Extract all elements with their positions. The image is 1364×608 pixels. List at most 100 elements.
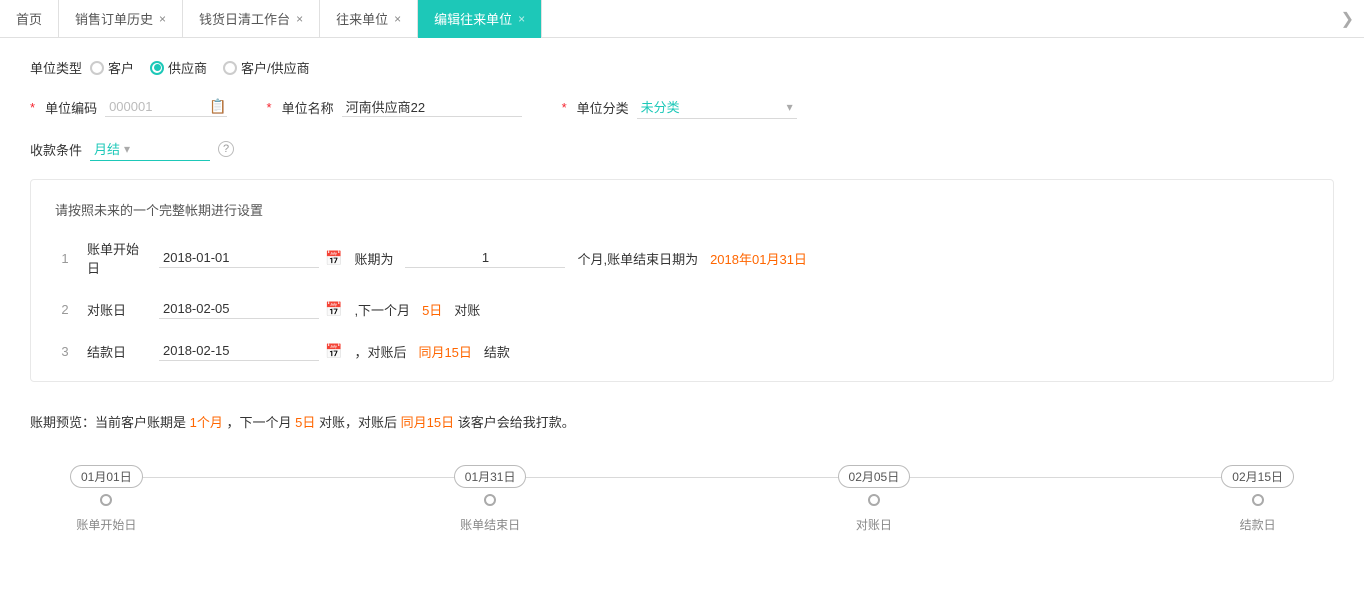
tab-cash-work-label: 钱货日清工作台 xyxy=(199,9,290,28)
timeline-wrap: 01月01日 账单开始日 01月31日 账单结束日 02月05日 对账日 02月… xyxy=(70,465,1294,563)
period-row-2-date-input[interactable] xyxy=(159,299,319,319)
period-row-1-suffix-mid: 个月,账单结束日期为 xyxy=(577,249,698,268)
tab-partner-unit-close[interactable]: × xyxy=(394,12,401,26)
unit-name-field: * 单位名称 xyxy=(267,97,522,117)
period-row-3-suffix-post: 结款 xyxy=(484,342,510,361)
preview-part3: 同月15日 xyxy=(401,415,454,430)
timeline-dot-1 xyxy=(484,494,496,506)
timeline-label-1: 账单结束日 xyxy=(460,516,520,533)
period-row-1-suffix-pre: 账期为 xyxy=(354,249,393,268)
unit-name-input[interactable] xyxy=(342,97,522,117)
tab-sales-history-close[interactable]: × xyxy=(159,12,166,26)
unit-type-field: 单位类型 客户 供应商 客户/供应商 xyxy=(30,58,310,77)
radio-supplier-inner xyxy=(154,64,161,71)
unit-name-label: 单位名称 xyxy=(282,98,334,117)
timeline-dot-3 xyxy=(1252,494,1264,506)
tab-cash-work[interactable]: 钱货日清工作台 × xyxy=(183,0,320,38)
timeline-badge-3: 02月15日 xyxy=(1221,465,1294,488)
tab-home[interactable]: 首页 xyxy=(0,0,59,38)
tab-home-label: 首页 xyxy=(16,9,42,28)
tab-cash-work-close[interactable]: × xyxy=(296,12,303,26)
period-row-3-date-input[interactable] xyxy=(159,341,319,361)
unit-category-label: 单位分类 xyxy=(577,98,629,117)
period-row-3-calendar-icon[interactable]: 📅 xyxy=(325,343,342,360)
period-row-2-suffix-pre: ,下一个月 xyxy=(354,300,410,319)
timeline-point-0: 01月01日 账单开始日 xyxy=(70,465,143,533)
tab-edit-partner-label: 编辑往来单位 xyxy=(434,9,512,28)
unit-code-icon[interactable]: 📋 xyxy=(209,98,226,115)
unit-category-field: * 单位分类 未分类 ▾ xyxy=(562,95,797,119)
unit-code-field: * 单位编码 📋 xyxy=(30,97,227,117)
timeline-points: 01月01日 账单开始日 01月31日 账单结束日 02月05日 对账日 02月… xyxy=(70,465,1294,533)
tab-partner-unit[interactable]: 往来单位 × xyxy=(320,0,418,38)
period-row-2: 2 对账日 📅 ,下一个月 5日 对账 xyxy=(55,299,1309,319)
tab-edit-partner-close[interactable]: × xyxy=(518,12,525,26)
timeline-label-3: 结款日 xyxy=(1240,516,1276,533)
period-row-2-label: 对账日 xyxy=(87,300,147,319)
preview-suffix: 该客户会给我打款。 xyxy=(458,415,575,430)
period-row-1-calendar-icon[interactable]: 📅 xyxy=(325,250,342,267)
period-row-2-num: 2 xyxy=(55,302,75,317)
timeline-badge-2: 02月05日 xyxy=(838,465,911,488)
unit-code-required: * xyxy=(30,100,35,115)
payment-terms-field: 收款条件 月结 ▾ ? xyxy=(30,137,234,161)
unit-category-required: * xyxy=(562,100,567,115)
radio-customer[interactable]: 客户 xyxy=(90,58,134,77)
period-months-input[interactable] xyxy=(405,248,565,268)
unit-code-label: 单位编码 xyxy=(45,98,97,117)
preview-row: 账期预览：当前客户账期是 1个月 ，下一个月 5日 对账，对账后 同月15日 该… xyxy=(30,398,1334,441)
period-row-2-suffix-post: 对账 xyxy=(454,300,480,319)
payment-terms-select[interactable]: 月结 ▾ xyxy=(90,137,210,161)
period-row-3: 3 结款日 📅 ，对账后 同月15日 结款 xyxy=(55,341,1309,361)
timeline-point-1: 01月31日 账单结束日 xyxy=(454,465,527,533)
main-content: 单位类型 客户 供应商 客户/供应商 xyxy=(0,38,1364,608)
radio-customer-label: 客户 xyxy=(108,58,134,77)
period-row-2-calendar-icon[interactable]: 📅 xyxy=(325,301,342,318)
preview-sep2: 对账，对账后 xyxy=(319,415,397,430)
timeline-point-3: 02月15日 结款日 xyxy=(1221,465,1294,533)
preview-sep1: ，下一个月 xyxy=(227,415,292,430)
period-row-1-date-wrap: 📅 xyxy=(159,248,342,268)
period-row-2-date-wrap: 📅 xyxy=(159,299,342,319)
tabs-expand-button[interactable]: ❯ xyxy=(1331,9,1364,29)
radio-both-label: 客户/供应商 xyxy=(241,58,310,77)
payment-terms-label: 收款条件 xyxy=(30,140,82,159)
period-row-1-date-input[interactable] xyxy=(159,248,319,268)
radio-customer-circle xyxy=(90,61,104,75)
tab-sales-history[interactable]: 销售订单历史 × xyxy=(59,0,183,38)
radio-supplier[interactable]: 供应商 xyxy=(150,58,207,77)
period-row-2-highlight: 5日 xyxy=(422,300,442,319)
timeline-point-2: 02月05日 对账日 xyxy=(838,465,911,533)
unit-category-value: 未分类 xyxy=(641,97,783,116)
radio-supplier-label: 供应商 xyxy=(168,58,207,77)
period-title: 请按照未来的一个完整帐期进行设置 xyxy=(55,200,1309,219)
timeline-label-0: 账单开始日 xyxy=(76,516,136,533)
form-row-unit-info: * 单位编码 📋 * 单位名称 * 单位分类 未分类 ▾ xyxy=(30,95,1334,119)
preview-label: 账期预览：当前客户账期是 xyxy=(30,415,186,430)
unit-code-input-wrap: 📋 xyxy=(105,97,226,117)
chevron-down-icon: ▾ xyxy=(787,100,793,114)
timeline-badge-0: 01月01日 xyxy=(70,465,143,488)
period-row-1: 1 账单开始日 📅 账期为 个月,账单结束日期为 2018年01月31日 xyxy=(55,239,1309,277)
preview-part2: 5日 xyxy=(295,415,315,430)
period-settings-box: 请按照未来的一个完整帐期进行设置 1 账单开始日 📅 账期为 个月,账单结束日期… xyxy=(30,179,1334,382)
form-row-payment: 收款条件 月结 ▾ ? xyxy=(30,137,1334,161)
tab-sales-history-label: 销售订单历史 xyxy=(75,9,153,28)
radio-both[interactable]: 客户/供应商 xyxy=(223,58,310,77)
preview-part1: 1个月 xyxy=(190,415,223,430)
timeline-dot-2 xyxy=(868,494,880,506)
unit-category-select[interactable]: 未分类 ▾ xyxy=(637,95,797,119)
unit-name-required: * xyxy=(267,100,272,115)
period-row-1-num: 1 xyxy=(55,251,75,266)
tab-edit-partner[interactable]: 编辑往来单位 × xyxy=(418,0,542,38)
radio-both-circle xyxy=(223,61,237,75)
period-row-3-date-wrap: 📅 xyxy=(159,341,342,361)
period-row-1-label: 账单开始日 xyxy=(87,239,147,277)
period-row-3-highlight: 同月15日 xyxy=(418,342,471,361)
help-icon[interactable]: ? xyxy=(218,141,234,157)
payment-chevron-icon: ▾ xyxy=(124,142,130,156)
period-row-3-suffix-pre: ，对账后 xyxy=(354,342,406,361)
radio-group-unit-type: 客户 供应商 客户/供应商 xyxy=(90,58,310,77)
unit-code-input[interactable] xyxy=(105,97,205,116)
form-row-unit-type: 单位类型 客户 供应商 客户/供应商 xyxy=(30,58,1334,77)
